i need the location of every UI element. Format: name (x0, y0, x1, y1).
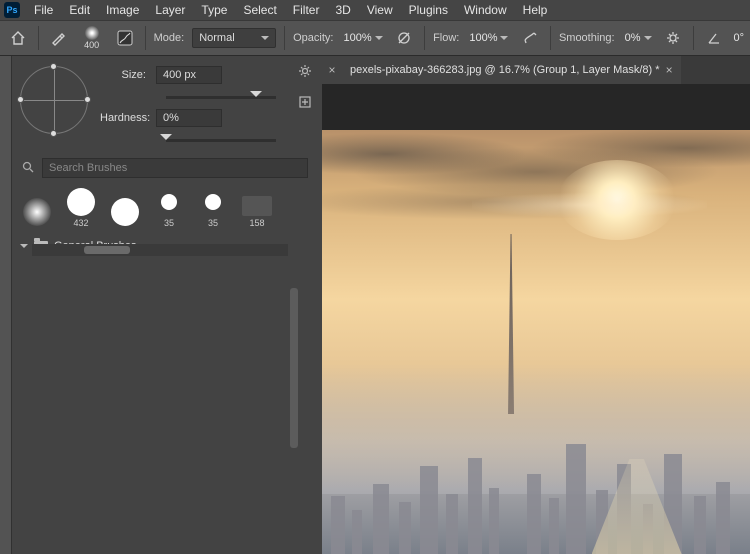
document-tab-collapsed[interactable]: × (322, 56, 342, 84)
size-field[interactable]: 400 px (156, 66, 222, 84)
recent-brush[interactable]: 158 (240, 196, 274, 228)
recent-brush[interactable]: 35 (152, 194, 186, 228)
recent-brush[interactable]: 35 (196, 194, 230, 228)
menu-type[interactable]: Type (193, 1, 235, 19)
recent-brushes: 432 35 35 158 (12, 184, 316, 236)
menu-layer[interactable]: Layer (147, 1, 193, 19)
document-tabs: × pexels-pixabay-366283.jpg @ 16.7% (Gro… (322, 56, 750, 84)
menu-edit[interactable]: Edit (61, 1, 98, 19)
document-canvas[interactable] (322, 84, 750, 554)
brush-settings-toggle[interactable] (113, 25, 137, 51)
menu-bar: Ps FileEditImageLayerTypeSelectFilter3DV… (0, 0, 750, 20)
angle-field[interactable]: 0° (734, 32, 745, 44)
tool-preset-picker[interactable] (46, 25, 70, 51)
menu-view[interactable]: View (359, 1, 401, 19)
blend-mode-select[interactable]: Normal (192, 28, 276, 48)
airbrush-toggle[interactable] (518, 25, 542, 51)
brush-preset-picker[interactable]: 400 (78, 23, 105, 53)
tab-title: pexels-pixabay-366283.jpg @ 16.7% (Group… (350, 64, 660, 76)
angle-icon[interactable] (702, 25, 726, 51)
menu-window[interactable]: Window (456, 1, 515, 19)
tools-strip[interactable] (0, 56, 12, 554)
hardness-label: Hardness: (100, 112, 156, 124)
menu-plugins[interactable]: Plugins (401, 1, 456, 19)
smoothing-options-button[interactable] (662, 25, 686, 51)
recent-brush[interactable]: 432 (64, 188, 98, 228)
size-slider[interactable] (166, 96, 276, 99)
menu-filter[interactable]: Filter (285, 1, 328, 19)
scrollbar-horizontal[interactable] (32, 244, 288, 256)
menu-select[interactable]: Select (235, 1, 284, 19)
search-input[interactable] (42, 158, 308, 178)
brush-panel: Size: 400 px Hardness: 0% 432353515 (0, 56, 322, 554)
recent-brush[interactable] (108, 198, 142, 228)
hardness-slider[interactable] (166, 139, 276, 142)
menu-3d[interactable]: 3D (327, 1, 358, 19)
search-icon (20, 161, 36, 176)
new-preset-icon[interactable] (298, 95, 312, 112)
opacity-label: Opacity: (293, 32, 333, 44)
chevron-down-icon (20, 244, 28, 252)
smoothing-label: Smoothing: (559, 32, 615, 44)
document-tab-active[interactable]: pexels-pixabay-366283.jpg @ 16.7% (Group… (342, 56, 681, 84)
flow-field[interactable]: 100% (467, 32, 510, 44)
menu-image[interactable]: Image (98, 1, 147, 19)
close-icon[interactable]: × (666, 63, 673, 77)
brush-angle-widget[interactable] (20, 66, 88, 134)
app-logo: Ps (4, 2, 20, 18)
mode-label: Mode: (154, 32, 185, 44)
close-icon[interactable]: × (329, 63, 336, 77)
size-label: Size: (100, 69, 156, 81)
smoothing-field[interactable]: 0% (623, 32, 654, 44)
menu-file[interactable]: File (26, 1, 61, 19)
hardness-field[interactable]: 0% (156, 109, 222, 127)
opacity-pressure-toggle[interactable] (393, 25, 417, 51)
gear-icon[interactable] (298, 64, 312, 81)
recent-brush[interactable] (20, 198, 54, 228)
flow-label: Flow: (433, 32, 459, 44)
menu-help[interactable]: Help (515, 1, 556, 19)
opacity-field[interactable]: 100% (341, 32, 384, 44)
options-bar: 400 Mode: Normal Opacity: 100% Flow: 100… (0, 20, 750, 56)
home-button[interactable] (6, 25, 30, 51)
